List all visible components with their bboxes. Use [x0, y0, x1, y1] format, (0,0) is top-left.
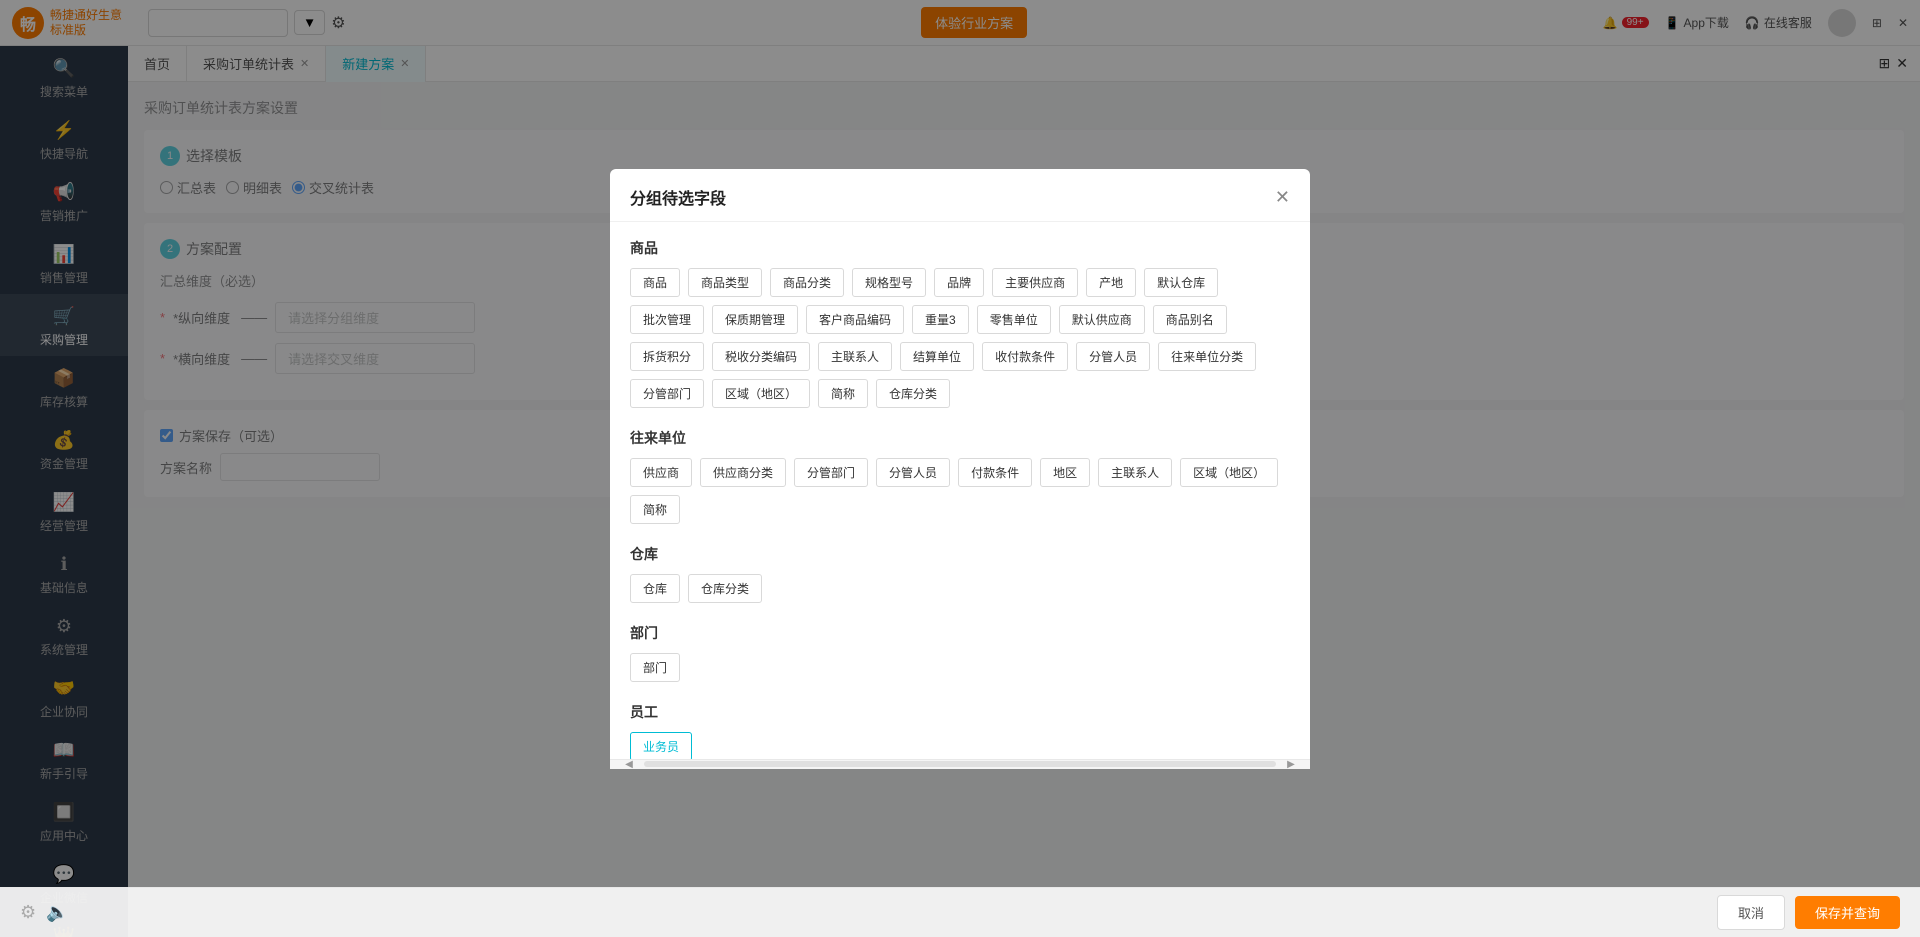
- tag-contact-3[interactable]: 分管人员: [876, 458, 950, 487]
- tag-goods-item-1[interactable]: 商品类型: [688, 268, 762, 297]
- section-warehouse: 仓库 仓库 仓库分类: [630, 544, 1290, 603]
- tag-goods-item-4[interactable]: 品牌: [934, 268, 984, 297]
- tag-goods-item-5[interactable]: 主要供应商: [992, 268, 1078, 297]
- section-dept-title: 部门: [630, 623, 1290, 643]
- tag-goods-item-14[interactable]: 商品别名: [1153, 305, 1227, 334]
- section-employee-tags: 业务员: [630, 732, 1290, 759]
- tag-goods-item-3[interactable]: 规格型号: [852, 268, 926, 297]
- section-warehouse-title: 仓库: [630, 544, 1290, 564]
- modal-title: 分组待选字段: [630, 185, 726, 209]
- tag-goods-item-17[interactable]: 主联系人: [818, 342, 892, 371]
- tag-goods-item-13[interactable]: 默认供应商: [1059, 305, 1145, 334]
- tag-goods-item-19[interactable]: 收付款条件: [982, 342, 1068, 371]
- section-contacts: 往来单位 供应商 供应商分类 分管部门 分管人员 付款条件 地区 主联系人 区域…: [630, 428, 1290, 524]
- tag-goods-item-23[interactable]: 区域（地区）: [712, 379, 810, 408]
- tag-contact-8[interactable]: 简称: [630, 495, 680, 524]
- page-footer: ⚙ 🔈 取消 保存并查询: [0, 887, 1920, 937]
- tag-goods-item-24[interactable]: 简称: [818, 379, 868, 408]
- tag-goods-item-7[interactable]: 默认仓库: [1144, 268, 1218, 297]
- tag-goods-item-25[interactable]: 仓库分类: [876, 379, 950, 408]
- tag-goods-item-20[interactable]: 分管人员: [1076, 342, 1150, 371]
- tag-contact-2[interactable]: 分管部门: [794, 458, 868, 487]
- tag-employee-0[interactable]: 业务员: [630, 732, 692, 759]
- tag-contact-1[interactable]: 供应商分类: [700, 458, 786, 487]
- section-dept-tags: 部门: [630, 653, 1290, 682]
- tag-goods-item-6[interactable]: 产地: [1086, 268, 1136, 297]
- modal-overlay: 分组待选字段 ✕ 商品 商品 商品类型 商品分类 规格型号 品牌 主要供应商 产…: [0, 0, 1920, 937]
- section-contacts-title: 往来单位: [630, 428, 1290, 448]
- modal-close-btn[interactable]: ✕: [1275, 188, 1290, 206]
- tag-goods-item-2[interactable]: 商品分类: [770, 268, 844, 297]
- tag-goods-item-21[interactable]: 往来单位分类: [1158, 342, 1256, 371]
- tag-dept-0[interactable]: 部门: [630, 653, 680, 682]
- tag-warehouse-0[interactable]: 仓库: [630, 574, 680, 603]
- tag-warehouse-1[interactable]: 仓库分类: [688, 574, 762, 603]
- tag-goods-item-22[interactable]: 分管部门: [630, 379, 704, 408]
- footer-audio-icon[interactable]: 🔈: [46, 902, 68, 923]
- tag-contact-5[interactable]: 地区: [1040, 458, 1090, 487]
- tag-goods-item-0[interactable]: 商品: [630, 268, 680, 297]
- tag-goods-item-15[interactable]: 拆货积分: [630, 342, 704, 371]
- section-goods: 商品 商品 商品类型 商品分类 规格型号 品牌 主要供应商 产地 默认仓库 批次…: [630, 238, 1290, 408]
- section-employee: 员工 业务员: [630, 702, 1290, 759]
- section-warehouse-tags: 仓库 仓库分类: [630, 574, 1290, 603]
- tag-contact-0[interactable]: 供应商: [630, 458, 692, 487]
- section-goods-tags: 商品 商品类型 商品分类 规格型号 品牌 主要供应商 产地 默认仓库 批次管理 …: [630, 268, 1290, 408]
- tag-goods-item-18[interactable]: 结算单位: [900, 342, 974, 371]
- tag-goods-item-10[interactable]: 客户商品编码: [806, 305, 904, 334]
- tag-goods-item-12[interactable]: 零售单位: [977, 305, 1051, 334]
- tag-goods-item-9[interactable]: 保质期管理: [712, 305, 798, 334]
- save-button[interactable]: 保存并查询: [1795, 896, 1900, 929]
- modal-body: 商品 商品 商品类型 商品分类 规格型号 品牌 主要供应商 产地 默认仓库 批次…: [610, 222, 1310, 759]
- cancel-button[interactable]: 取消: [1717, 895, 1785, 930]
- section-employee-title: 员工: [630, 702, 1290, 722]
- tag-goods-item-11[interactable]: 重量3: [912, 305, 969, 334]
- modal-hscroll-track: [644, 761, 1276, 767]
- modal: 分组待选字段 ✕ 商品 商品 商品类型 商品分类 规格型号 品牌 主要供应商 产…: [610, 169, 1310, 769]
- tag-contact-4[interactable]: 付款条件: [958, 458, 1032, 487]
- modal-hscroll[interactable]: ◀ ▶: [610, 759, 1310, 769]
- footer-settings-icon[interactable]: ⚙: [20, 902, 36, 923]
- tag-contact-6[interactable]: 主联系人: [1098, 458, 1172, 487]
- modal-header: 分组待选字段 ✕: [610, 169, 1310, 222]
- section-dept: 部门 部门: [630, 623, 1290, 682]
- tag-goods-item-16[interactable]: 税收分类编码: [712, 342, 810, 371]
- section-contacts-tags: 供应商 供应商分类 分管部门 分管人员 付款条件 地区 主联系人 区域（地区） …: [630, 458, 1290, 524]
- tag-contact-7[interactable]: 区域（地区）: [1180, 458, 1278, 487]
- section-goods-title: 商品: [630, 238, 1290, 258]
- tag-goods-item-8[interactable]: 批次管理: [630, 305, 704, 334]
